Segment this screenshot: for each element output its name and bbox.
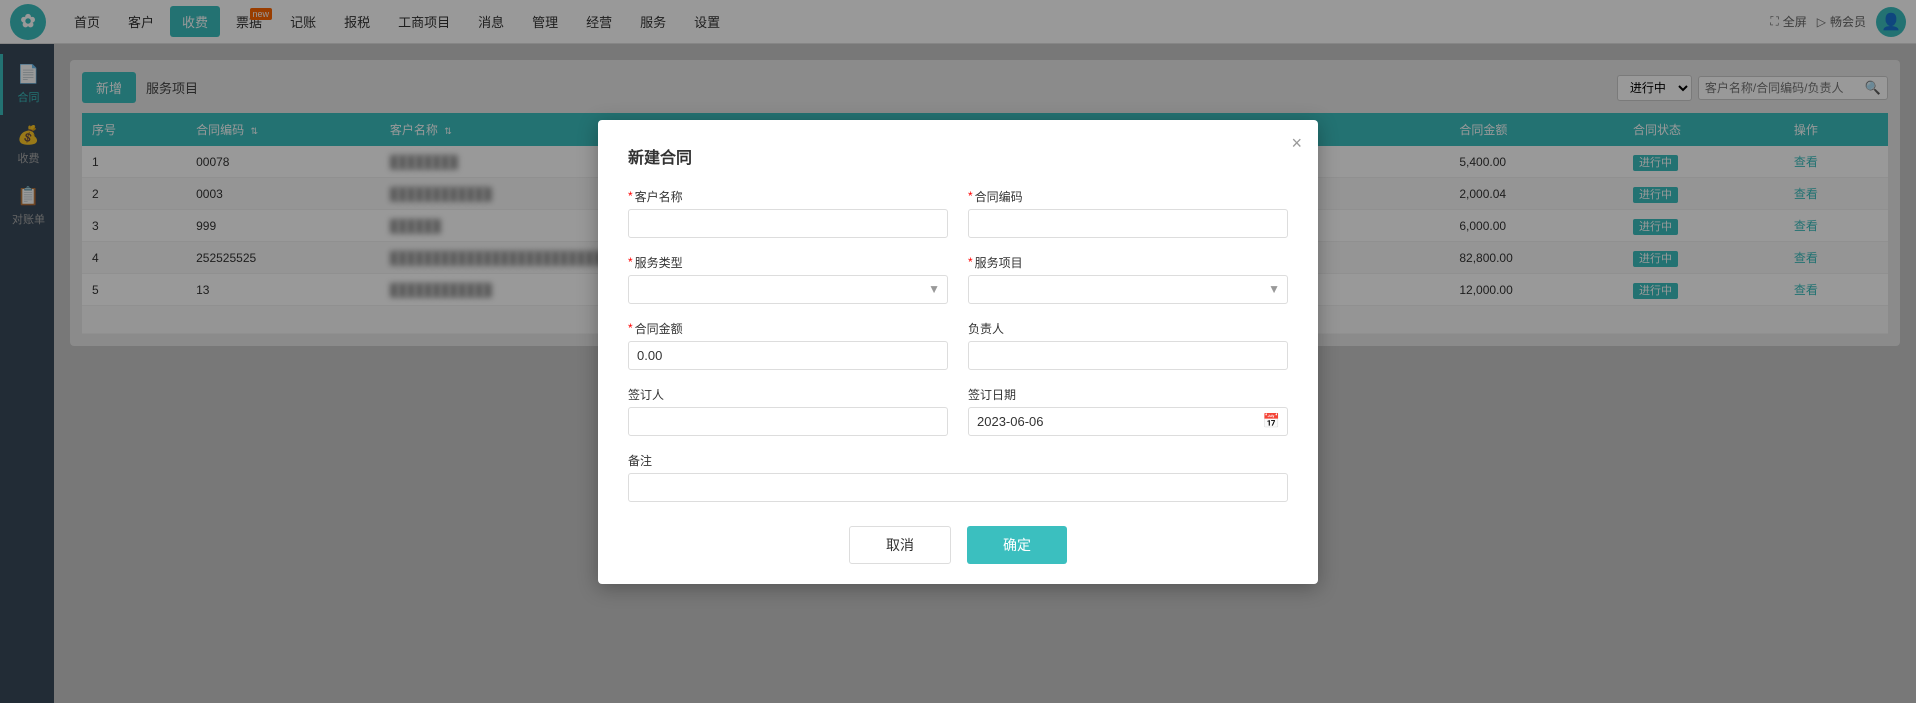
service-item-form-label: * 服务项目: [968, 254, 1288, 271]
sign-date-input[interactable]: 2023-06-06: [968, 407, 1288, 436]
form-row-service-type: * 服务类型 ▼: [628, 254, 948, 304]
customer-name-label: * 客户名称: [628, 188, 948, 205]
required-mark-4: *: [968, 255, 973, 269]
sign-date-label: 签订日期: [968, 386, 1288, 403]
signer-input[interactable]: [628, 407, 948, 436]
contract-no-input[interactable]: [968, 209, 1288, 238]
service-type-label: * 服务类型: [628, 254, 948, 271]
new-contract-modal: 新建合同 × * 客户名称 * 合同编码 *: [598, 120, 1318, 584]
responsible-person-input[interactable]: [968, 341, 1288, 370]
form-row-contract-amount: * 合同金额 0.00: [628, 320, 948, 370]
calendar-icon[interactable]: 📅: [1263, 413, 1280, 430]
contract-no-label: * 合同编码: [968, 188, 1288, 205]
form-grid: * 客户名称 * 合同编码 * 服务类型: [628, 188, 1288, 502]
form-row-signer: 签订人: [628, 386, 948, 436]
service-type-select-wrap: ▼: [628, 275, 948, 304]
signer-label: 签订人: [628, 386, 948, 403]
required-mark-5: *: [628, 321, 633, 335]
responsible-person-label: 负责人: [968, 320, 1288, 337]
contract-amount-label: * 合同金额: [628, 320, 948, 337]
customer-name-input[interactable]: [628, 209, 948, 238]
sign-date-wrap: 2023-06-06 📅: [968, 407, 1288, 436]
modal-title: 新建合同: [628, 144, 1288, 168]
required-mark: *: [628, 189, 633, 203]
modal-overlay[interactable]: 新建合同 × * 客户名称 * 合同编码 *: [0, 0, 1916, 703]
required-mark-3: *: [628, 255, 633, 269]
form-row-responsible-person: 负责人: [968, 320, 1288, 370]
remark-input[interactable]: [628, 473, 1288, 502]
cancel-button[interactable]: 取消: [849, 526, 951, 564]
form-row-remark: 备注: [628, 452, 1288, 502]
form-row-contract-no: * 合同编码: [968, 188, 1288, 238]
form-row-service-item: * 服务项目 ▼: [968, 254, 1288, 304]
service-type-select[interactable]: [628, 275, 948, 304]
service-item-select[interactable]: [968, 275, 1288, 304]
form-row-sign-date: 签订日期 2023-06-06 📅: [968, 386, 1288, 436]
contract-amount-input[interactable]: 0.00: [628, 341, 948, 370]
remark-label: 备注: [628, 452, 1288, 469]
confirm-button[interactable]: 确定: [967, 526, 1067, 564]
required-mark-2: *: [968, 189, 973, 203]
form-row-customer-name: * 客户名称: [628, 188, 948, 238]
modal-footer: 取消 确定: [628, 526, 1288, 564]
service-item-select-wrap: ▼: [968, 275, 1288, 304]
modal-close-button[interactable]: ×: [1291, 134, 1302, 152]
